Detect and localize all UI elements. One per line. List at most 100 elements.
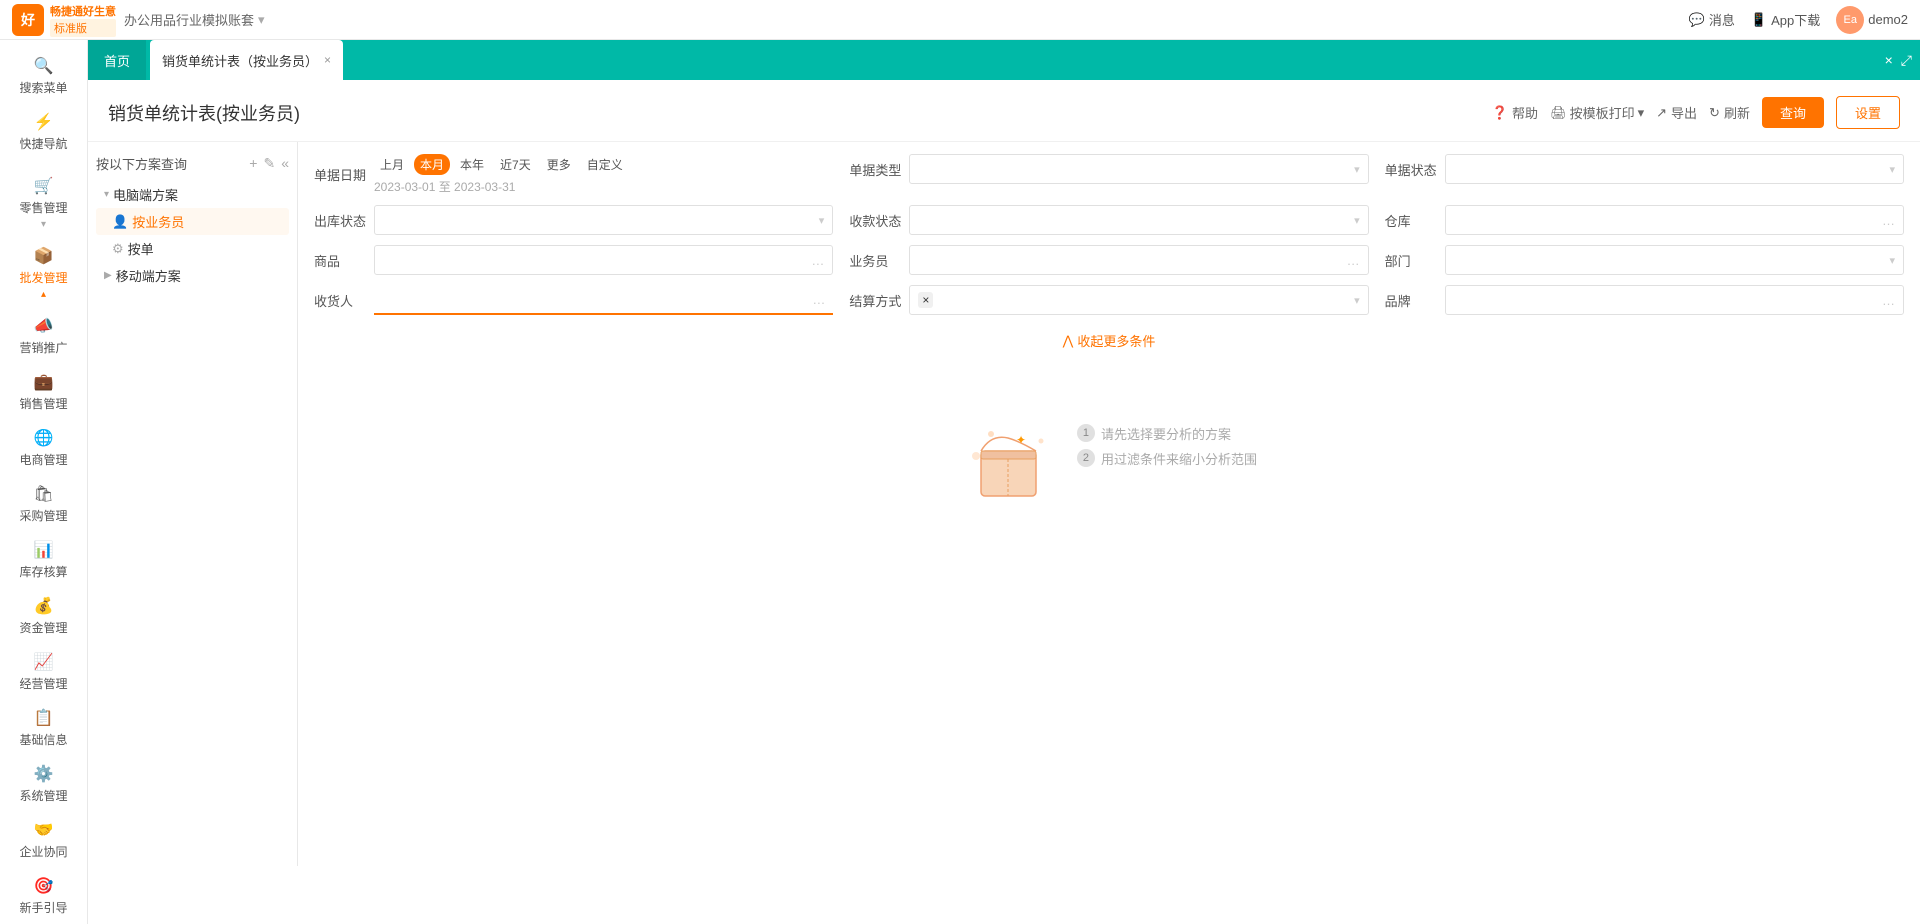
consignee-input[interactable]: … [374, 285, 833, 315]
help-button[interactable]: ❓ 帮助 [1492, 103, 1538, 122]
industry-selector[interactable]: 办公用品行业模拟账套 ▾ [124, 10, 265, 29]
sales-icon: 💼 [34, 372, 54, 392]
tab-label: 销货单统计表（按业务员） [162, 51, 318, 70]
date-tab-7days[interactable]: 近7天 [494, 154, 537, 175]
sidebar-item-finance[interactable]: 💰 资金管理 [0, 588, 87, 644]
salesperson-input[interactable]: … [909, 245, 1368, 275]
tree-group-label: 电脑端方案 [113, 185, 178, 204]
print-arrow-icon: ▾ [1638, 105, 1645, 121]
tree-item-label: 按单 [128, 239, 154, 258]
collapse-panel-button[interactable]: « [281, 155, 289, 172]
expand-icon: ▴ [41, 289, 46, 300]
edit-scheme-button[interactable]: ✎ [263, 155, 275, 172]
tip-num-1: 1 [1077, 424, 1095, 442]
chevron-down-icon: ▾ [1354, 163, 1360, 176]
export-button[interactable]: ↗ 导出 [1656, 103, 1697, 122]
settlement-select[interactable]: × ▾ [909, 285, 1368, 315]
sidebar-item-label: 资金管理 [19, 619, 67, 636]
sidebar: 🔍 搜索菜单 ⚡ 快捷导航 🛒 零售管理 ▾ 📦 批发管理 ▴ 📣 营销推广 [0, 40, 88, 924]
avatar-initial: Ea [1844, 14, 1857, 26]
sidebar-item-purchase[interactable]: 🛍 采购管理 [0, 476, 87, 532]
collapse-label: 收起更多条件 [1077, 331, 1155, 350]
goods-input[interactable]: … [374, 245, 833, 275]
tab-close-all-button[interactable]: × [1885, 52, 1893, 68]
date-tab-custom[interactable]: 自定义 [581, 154, 629, 175]
print-button[interactable]: 🖨 按模板打印 ▾ [1550, 103, 1644, 122]
sidebar-item-label: 电商管理 [19, 451, 67, 468]
expand-icon: ▾ [41, 219, 46, 230]
sidebar-item-inventory[interactable]: 📊 库存核算 [0, 532, 87, 588]
tree-item-by-order[interactable]: ⚙ 按单 [96, 235, 289, 262]
tab-close-button[interactable]: × [324, 53, 331, 67]
date-range: 2023-03-01 至 2023-03-31 [374, 178, 833, 195]
sidebar-item-ecommerce[interactable]: 🌐 电商管理 [0, 420, 87, 476]
sidebar-item-marketing[interactable]: 📣 营销推广 [0, 308, 87, 364]
doc-status-select[interactable]: ▾ [1445, 154, 1904, 184]
out-status-field: 出库状态 ▾ [314, 205, 833, 235]
date-tab-more[interactable]: 更多 [541, 154, 577, 175]
tree-arrow-icon: ▶ [104, 270, 112, 281]
settings-button[interactable]: 设置 [1836, 96, 1900, 129]
out-status-label: 出库状态 [314, 211, 374, 230]
tree-group-desktop[interactable]: ▾ 电脑端方案 [96, 181, 289, 208]
collapse-filter-button[interactable]: ⋀ 收起更多条件 [314, 325, 1904, 356]
sidebar-item-label: 库存核算 [19, 563, 67, 580]
out-status-select[interactable]: ▾ [374, 205, 833, 235]
message-button[interactable]: 💬 消息 [1689, 10, 1735, 29]
sidebar-item-newbie[interactable]: 🎯 新手引导 [0, 868, 87, 924]
consignee-field: 收货人 … [314, 285, 833, 315]
add-scheme-button[interactable]: + [249, 155, 257, 172]
tip-text-1: 请先选择要分析的方案 [1101, 424, 1231, 443]
sidebar-item-cooperation[interactable]: 🤝 企业协同 [0, 812, 87, 868]
chevron-down-icon: ▾ [819, 214, 825, 227]
chevron-down-icon: ▾ [1889, 163, 1895, 176]
dots-icon: … [1882, 213, 1895, 228]
retail-icon: 🛒 [34, 176, 54, 196]
warehouse-input[interactable]: … [1445, 205, 1904, 235]
collapse-arrow-icon: ⋀ [1063, 333, 1074, 349]
user-avatar[interactable]: Ea demo2 [1836, 6, 1908, 34]
date-tab-this-year[interactable]: 本年 [454, 154, 490, 175]
marketing-icon: 📣 [34, 316, 54, 336]
receipt-status-select[interactable]: ▾ [909, 205, 1368, 235]
query-button[interactable]: 查询 [1762, 97, 1824, 128]
person-icon: 👤 [112, 214, 128, 230]
cooperation-icon: 🤝 [34, 820, 54, 840]
warehouse-label: 仓库 [1385, 211, 1445, 230]
dots-icon: … [811, 253, 824, 268]
date-tab-last-month[interactable]: 上月 [374, 154, 410, 175]
sidebar-item-sales[interactable]: 💼 销售管理 [0, 364, 87, 420]
dept-select[interactable]: ▾ [1445, 245, 1904, 275]
refresh-button[interactable]: ↻ 刷新 [1709, 103, 1750, 122]
tree-group-mobile[interactable]: ▶ 移动端方案 [96, 262, 289, 289]
tab-active[interactable]: 销货单统计表（按业务员） × [150, 40, 343, 80]
app-download-button[interactable]: 📱 App下载 [1751, 10, 1820, 29]
sidebar-item-label: 营销推广 [19, 339, 67, 356]
sidebar-item-wholesale[interactable]: 📦 批发管理 ▴ [0, 238, 87, 308]
sidebar-item-retail[interactable]: 🛒 零售管理 ▾ [0, 168, 87, 238]
tree-item-by-salesperson[interactable]: 👤 按业务员 [96, 208, 289, 235]
search-icon: 🔍 [34, 56, 54, 76]
tab-home[interactable]: 首页 [88, 40, 146, 80]
sidebar-item-label: 零售管理 [19, 199, 67, 216]
sidebar-item-label: 基础信息 [19, 731, 67, 748]
left-panel: 按以下方案查询 + ✎ « ▾ 电脑端方案 [88, 142, 298, 866]
sidebar-item-basic[interactable]: 📋 基础信息 [0, 700, 87, 756]
logo: 好 畅捷通好生意 标准版 [12, 3, 116, 37]
doc-type-select[interactable]: ▾ [909, 154, 1368, 184]
left-panel-title: 按以下方案查询 [96, 154, 187, 173]
newbie-icon: 🎯 [34, 876, 54, 896]
dept-field: 部门 ▾ [1385, 245, 1904, 275]
sidebar-item-operation[interactable]: 📈 经营管理 [0, 644, 87, 700]
dept-label: 部门 [1385, 251, 1445, 270]
sidebar-item-system[interactable]: ⚙️ 系统管理 [0, 756, 87, 812]
date-tab-this-month[interactable]: 本月 [414, 154, 450, 175]
dots-icon: … [1347, 253, 1360, 268]
brand-input[interactable]: … [1445, 285, 1904, 315]
header-actions: ❓ 帮助 🖨 按模板打印 ▾ ↗ 导出 ↻ [1492, 96, 1900, 129]
sidebar-item-shortcut[interactable]: ⚡ 快捷导航 [0, 104, 87, 160]
settlement-field: 结算方式 × ▾ [849, 285, 1368, 315]
sidebar-item-search[interactable]: 🔍 搜索菜单 [0, 48, 87, 104]
date-field-group: 单据日期 上月 本月 本年 近7天 更多 自定义 [314, 154, 833, 195]
tab-maximize-button[interactable]: ⤢ [1901, 52, 1912, 69]
